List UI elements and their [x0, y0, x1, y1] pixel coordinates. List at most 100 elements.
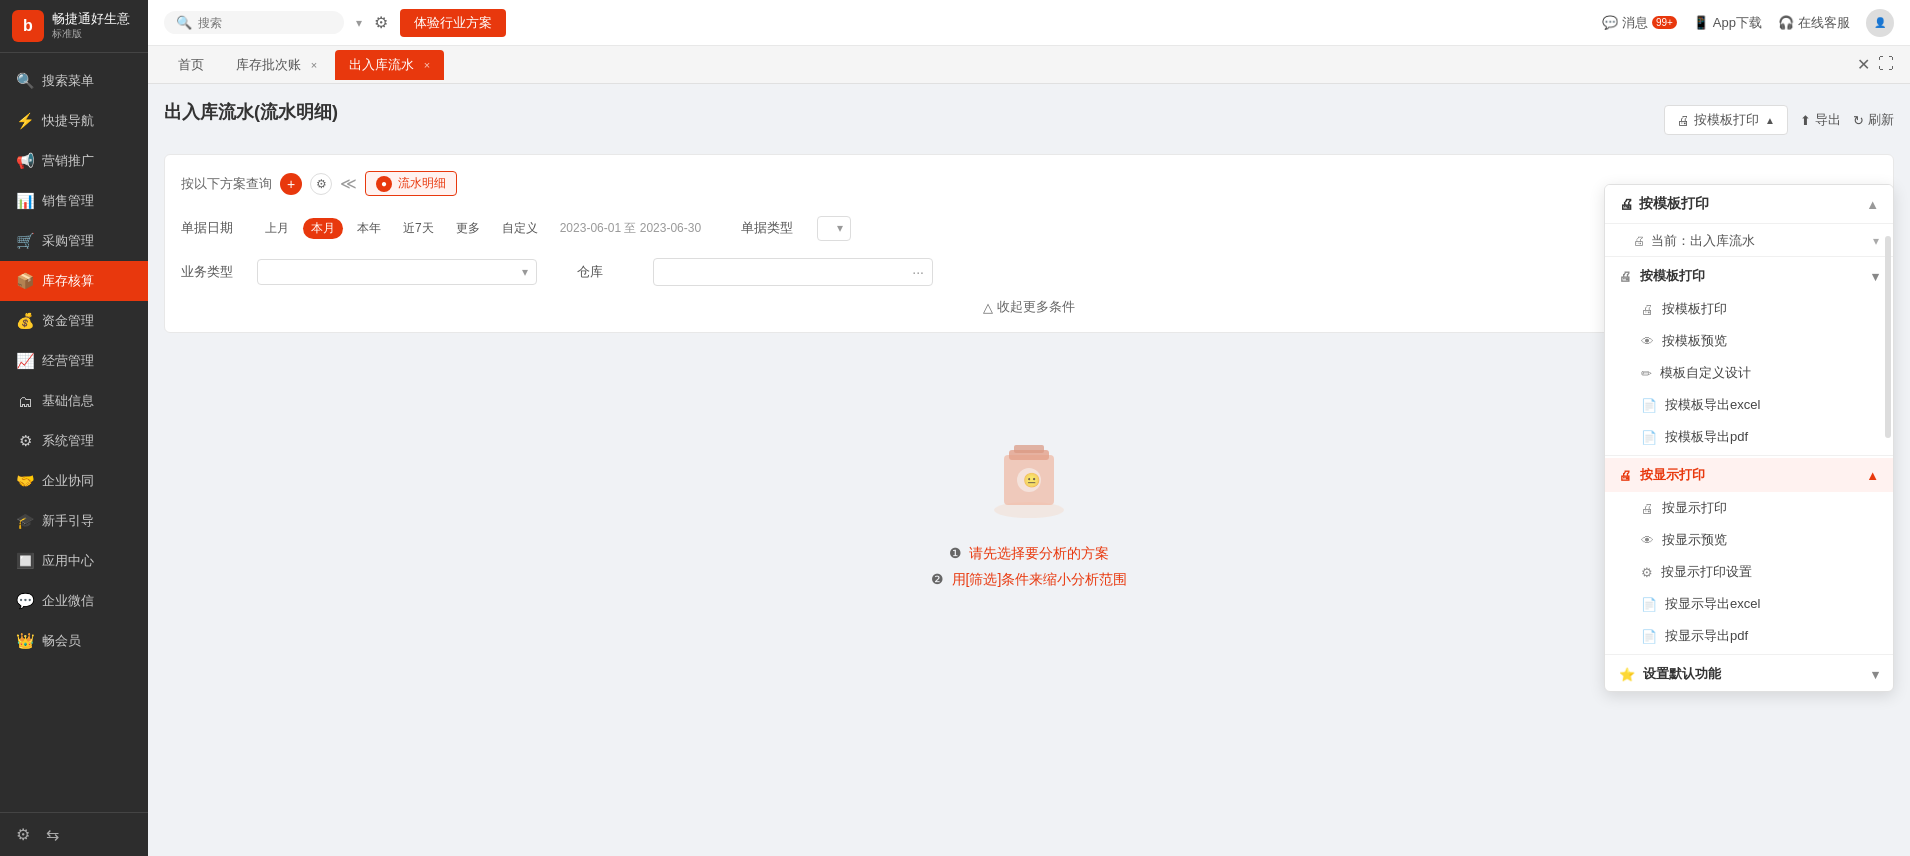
refresh-label: 刷新	[1868, 111, 1894, 129]
sidebar-item-wechat[interactable]: 💬 企业微信	[0, 581, 148, 621]
sidebar-item-enterprise[interactable]: 🤝 企业协同	[0, 461, 148, 501]
export-icon: ⬆	[1800, 113, 1811, 128]
filter-add-button[interactable]: +	[280, 173, 302, 195]
date-shortcut-this-year[interactable]: 本年	[349, 218, 389, 239]
sidebar-item-basic[interactable]: 🗂 基础信息	[0, 381, 148, 421]
template-section-label: 按模板打印	[1640, 267, 1705, 285]
sidebar-item-appcenter[interactable]: 🔲 应用中心	[0, 541, 148, 581]
tab-close-all-icon[interactable]: ✕	[1857, 55, 1870, 74]
tab-flow-close[interactable]: ×	[424, 59, 430, 71]
date-shortcut-this-month[interactable]: 本月	[303, 218, 343, 239]
dropdown-item-template-preview[interactable]: 👁 按模板预览	[1605, 325, 1893, 357]
date-shortcut-7days[interactable]: 近7天	[395, 218, 442, 239]
dropdown-section-template[interactable]: 🖨 按模板打印 ▾	[1605, 259, 1893, 293]
sidebar-item-finance[interactable]: 💰 资金管理	[0, 301, 148, 341]
topbar-dropdown-icon[interactable]: ▾	[356, 16, 362, 30]
dropdown-scrollbar-thumb	[1885, 236, 1891, 438]
business-type-dropdown-icon: ▾	[522, 265, 528, 279]
sidebar-item-purchase[interactable]: 🛒 采购管理	[0, 221, 148, 261]
sidebar-item-system[interactable]: ⚙ 系统管理	[0, 421, 148, 461]
tab-flow[interactable]: 出入库流水 ×	[335, 50, 444, 80]
refresh-button[interactable]: ↻ 刷新	[1853, 111, 1894, 129]
sidebar-item-label: 新手引导	[42, 512, 94, 530]
dropdown-up-icon[interactable]: ▲	[1866, 197, 1879, 212]
dropdown-item-template-excel[interactable]: 📄 按模板导出excel	[1605, 389, 1893, 421]
date-shortcut-custom[interactable]: 自定义	[494, 218, 546, 239]
dropdown-scrollbar[interactable]	[1885, 185, 1891, 691]
dropdown-section-default[interactable]: ⭐ 设置默认功能 ▾	[1605, 657, 1893, 691]
dropdown-item-display-print-settings[interactable]: ⚙ 按显示打印设置	[1605, 556, 1893, 588]
print-template-button[interactable]: 🖨 按模板打印 ▲	[1664, 105, 1788, 135]
collapse-sidebar-icon[interactable]: ⇆	[46, 825, 59, 844]
sidebar-item-label: 基础信息	[42, 392, 94, 410]
dropdown-item-display-excel[interactable]: 📄 按显示导出excel	[1605, 588, 1893, 620]
enterprise-icon: 🤝	[16, 472, 34, 490]
print-icon: 🖨	[1677, 113, 1690, 128]
filter-settings-small-button[interactable]: ⚙	[310, 173, 332, 195]
app-download-button[interactable]: 📱 App下载	[1693, 14, 1762, 32]
sidebar-item-marketing[interactable]: 📢 营销推广	[0, 141, 148, 181]
sidebar-nav: 🔍 搜索菜单 ⚡ 快捷导航 📢 营销推广 📊 销售管理 🛒 采购管理 📦 库存核…	[0, 53, 148, 812]
settings-footer-icon[interactable]: ⚙	[16, 825, 30, 844]
user-avatar[interactable]: 👤	[1866, 9, 1894, 37]
template-pdf-label: 按模板导出pdf	[1665, 428, 1748, 446]
warehouse-input[interactable]: ···	[653, 258, 933, 286]
dropdown-item-template-print[interactable]: 🖨 按模板打印	[1605, 293, 1893, 325]
template-pdf-icon: 📄	[1641, 430, 1657, 445]
sidebar-item-sales[interactable]: 📊 销售管理	[0, 181, 148, 221]
filter-header-label: 按以下方案查询	[181, 175, 272, 193]
business-type-input[interactable]: ▾	[257, 259, 537, 285]
message-button[interactable]: 💬 消息 99+	[1602, 14, 1677, 32]
export-button[interactable]: ⬆ 导出	[1800, 111, 1841, 129]
dropdown-item-template-pdf[interactable]: 📄 按模板导出pdf	[1605, 421, 1893, 453]
sidebar-item-inventory[interactable]: 📦 库存核算	[0, 261, 148, 301]
topbar: 🔍 ▾ ⚙ 体验行业方案 💬 消息 99+ 📱 App下载 🎧 在线客服 👤	[148, 0, 1910, 46]
dropdown-item-display-preview[interactable]: 👁 按显示预览	[1605, 524, 1893, 556]
member-icon: 👑	[16, 632, 34, 650]
sidebar-item-label: 畅会员	[42, 632, 81, 650]
online-service-button[interactable]: 🎧 在线客服	[1778, 14, 1850, 32]
tab-home[interactable]: 首页	[164, 50, 218, 80]
dropdown-current-setting: 🖨 当前：出入库流水 ▾	[1605, 224, 1893, 254]
tab-batch[interactable]: 库存批次账 ×	[222, 50, 331, 80]
template-section-icon: 🖨	[1619, 269, 1632, 284]
dropdown-section-display[interactable]: 🖨 按显示打印 ▲	[1605, 458, 1893, 492]
topbar-search-input[interactable]	[198, 16, 318, 30]
tab-actions: ✕ ⛶	[1857, 55, 1894, 74]
dropdown-title-text: 按模板打印	[1639, 195, 1709, 213]
empty-hint-2: ❷ 用[筛选]条件来缩小分析范围	[931, 571, 1128, 589]
sidebar-item-shortcut[interactable]: ⚡ 快捷导航	[0, 101, 148, 141]
default-section-icon: ⭐	[1619, 667, 1635, 682]
sidebar-item-operation[interactable]: 📈 经营管理	[0, 341, 148, 381]
current-setting-dropdown-icon[interactable]: ▾	[1873, 234, 1879, 248]
sidebar-item-member[interactable]: 👑 畅会员	[0, 621, 148, 661]
sales-icon: 📊	[16, 192, 34, 210]
sidebar-item-label: 资金管理	[42, 312, 94, 330]
dropdown-header: 🖨 按模板打印 ▲	[1605, 185, 1893, 224]
date-shortcut-more[interactable]: 更多	[448, 218, 488, 239]
svg-rect-3	[1014, 445, 1044, 453]
tab-expand-icon[interactable]: ⛶	[1878, 55, 1894, 74]
sidebar-item-label: 应用中心	[42, 552, 94, 570]
doc-type-select[interactable]	[817, 216, 851, 241]
trial-industry-button[interactable]: 体验行业方案	[400, 9, 506, 37]
app-download-label: App下载	[1713, 14, 1762, 32]
app-logo: b 畅捷通好生意 标准版	[0, 0, 148, 53]
template-custom-label: 模板自定义设计	[1660, 364, 1751, 382]
print-expand-icon: ▲	[1765, 115, 1775, 126]
dropdown-item-display-pdf[interactable]: 📄 按显示导出pdf	[1605, 620, 1893, 652]
sidebar-item-guide[interactable]: 🎓 新手引导	[0, 501, 148, 541]
dropdown-item-template-custom[interactable]: ✏ 模板自定义设计	[1605, 357, 1893, 389]
guide-icon: 🎓	[16, 512, 34, 530]
dropdown-item-display-print[interactable]: 🖨 按显示打印	[1605, 492, 1893, 524]
display-section-label: 按显示打印	[1640, 466, 1705, 484]
sidebar-item-label: 销售管理	[42, 192, 94, 210]
template-custom-icon: ✏	[1641, 366, 1652, 381]
display-preview-icon: 👁	[1641, 533, 1654, 548]
sidebar-item-search[interactable]: 🔍 搜索菜单	[0, 61, 148, 101]
topbar-settings-icon[interactable]: ⚙	[374, 13, 388, 32]
date-shortcut-last-month[interactable]: 上月	[257, 218, 297, 239]
marketing-icon: 📢	[16, 152, 34, 170]
filter-collapse-left-icon[interactable]: ≪	[340, 174, 357, 193]
tab-batch-close[interactable]: ×	[311, 59, 317, 71]
